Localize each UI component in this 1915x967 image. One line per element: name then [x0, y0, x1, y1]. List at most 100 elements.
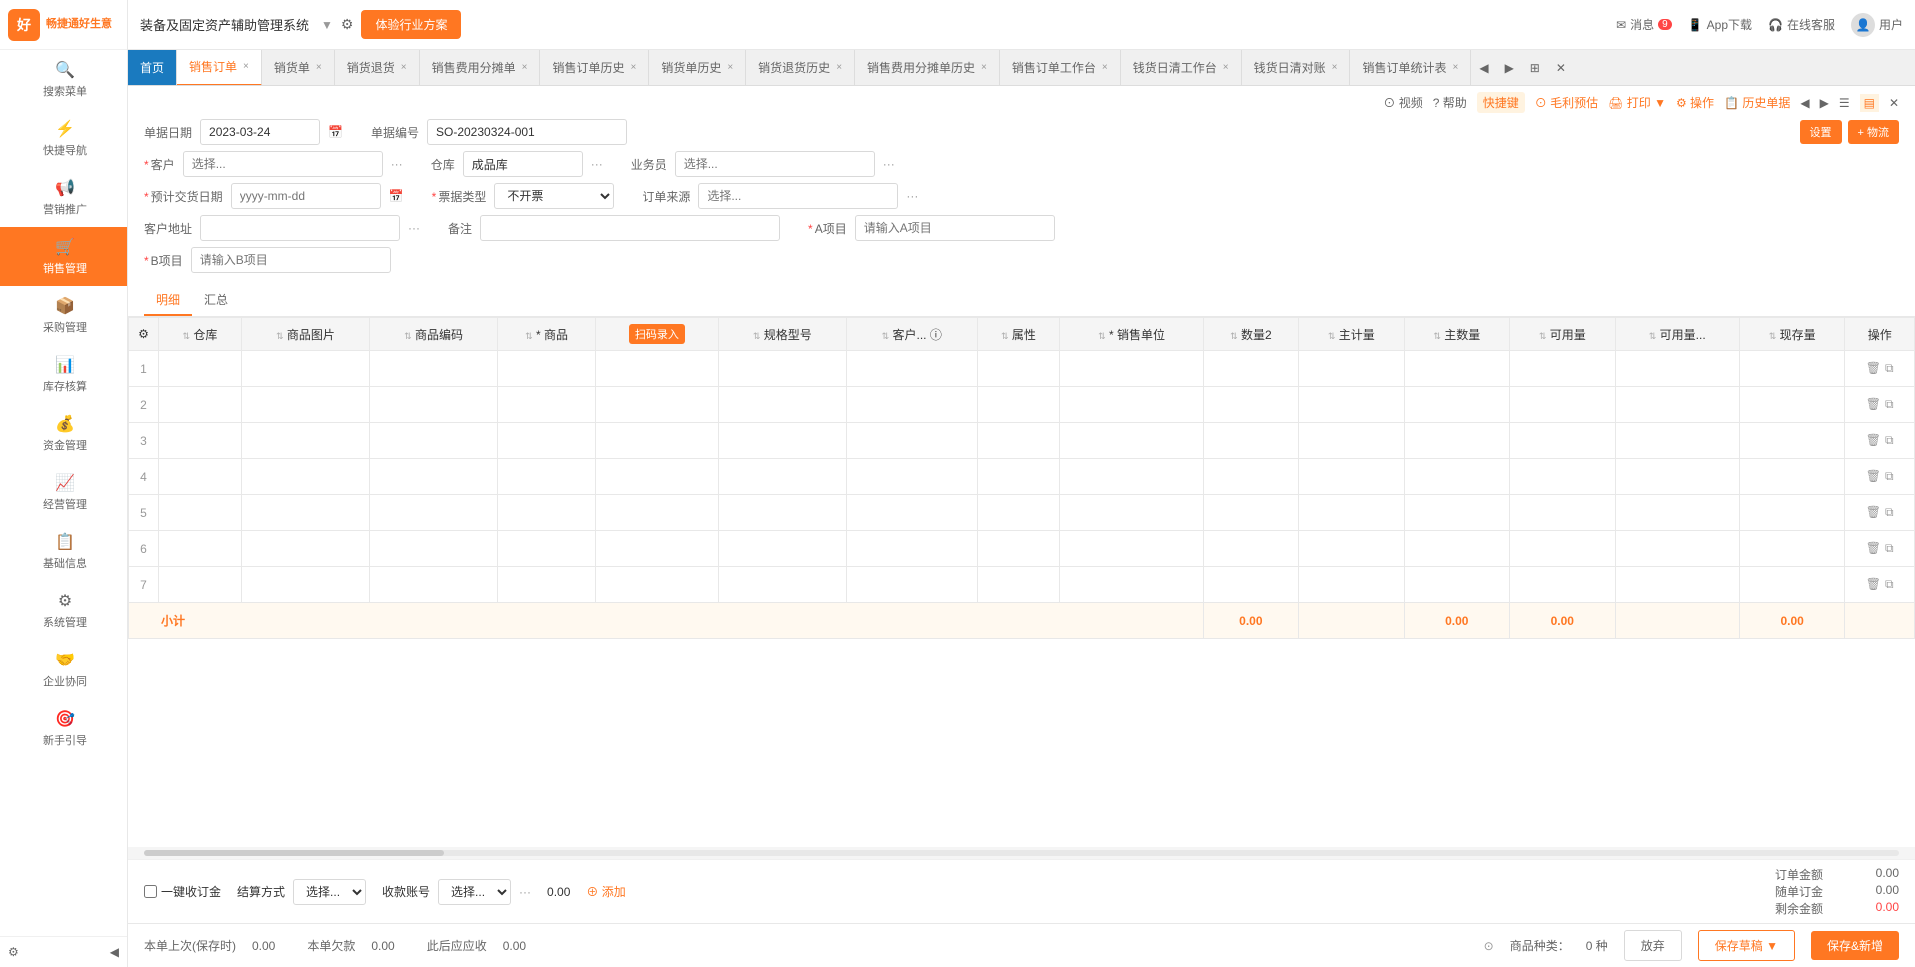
cell-r7-c12[interactable]	[1510, 567, 1615, 603]
col-spec[interactable]: ⇅ 规格型号	[718, 318, 846, 351]
cell-r2-c8[interactable]	[1060, 387, 1203, 423]
cell-r3-c11[interactable]	[1404, 423, 1509, 459]
col-current-stock[interactable]: ⇅ 现存量	[1739, 318, 1844, 351]
tab-summary[interactable]: 汇总	[192, 285, 240, 316]
payment-dots[interactable]: ···	[519, 885, 531, 899]
cell-r6-c0[interactable]	[159, 531, 242, 567]
col-sales-unit[interactable]: ⇅ * 销售单位	[1060, 318, 1203, 351]
tab-close-6[interactable]: ×	[727, 62, 733, 73]
cell-r7-c11[interactable]	[1404, 567, 1509, 603]
cell-r3-c1[interactable]	[241, 423, 369, 459]
cell-r6-c12[interactable]	[1510, 531, 1615, 567]
tab-close-1[interactable]: ×	[243, 61, 249, 72]
cell-r7-c0[interactable]	[159, 567, 242, 603]
delivery-date-input[interactable]	[231, 183, 381, 209]
logistics-btn[interactable]: + 物流	[1848, 120, 1899, 144]
tab-close-10[interactable]: ×	[1223, 62, 1229, 73]
online-service-btn[interactable]: 🎧 在线客服	[1768, 16, 1835, 33]
tab-nav-3[interactable]: ✕	[1548, 50, 1574, 86]
settlement-select[interactable]: 选择...	[293, 879, 366, 905]
cell-r4-c12[interactable]	[1510, 459, 1615, 495]
bill-no-input[interactable]	[427, 119, 627, 145]
bill-date-input[interactable]	[200, 119, 320, 145]
col-customer-code[interactable]: ⇅ 客户... ⓘ	[846, 318, 977, 351]
cell-r7-c1[interactable]	[241, 567, 369, 603]
sidebar-item-purchase[interactable]: 📦采购管理	[0, 286, 127, 345]
sidebar-item-marketing[interactable]: 📢营销推广	[0, 168, 127, 227]
col-available2[interactable]: ⇅ 可用量...	[1615, 318, 1739, 351]
tab-10[interactable]: 钱货日清工作台×	[1121, 50, 1242, 86]
cell-r1-c9[interactable]	[1203, 351, 1298, 387]
cell-r4-c11[interactable]	[1404, 459, 1509, 495]
cell-r1-c11[interactable]	[1404, 351, 1509, 387]
cell-r4-c1[interactable]	[241, 459, 369, 495]
tab-7[interactable]: 销货退货历史×	[746, 50, 855, 86]
cell-r1-c7[interactable]	[977, 351, 1060, 387]
cell-r7-c9[interactable]	[1203, 567, 1298, 603]
tab-nav-0[interactable]: ◀	[1471, 50, 1496, 86]
save-new-btn[interactable]: 保存&新增	[1811, 931, 1899, 960]
col-qty2[interactable]: ⇅ 数量2	[1203, 318, 1298, 351]
operate-btn[interactable]: ⚙ 操作	[1676, 94, 1714, 111]
cell-r6-c9[interactable]	[1203, 531, 1298, 567]
delete-icon-6[interactable]: 🗑	[1866, 541, 1881, 555]
cell-r4-c9[interactable]	[1203, 459, 1298, 495]
tab-close-3[interactable]: ×	[401, 62, 407, 73]
tab-2[interactable]: 销货单×	[262, 50, 335, 86]
cell-r6-c1[interactable]	[241, 531, 369, 567]
order-source-input[interactable]	[698, 183, 898, 209]
nav-prev[interactable]: ◀	[1800, 96, 1809, 110]
sidebar-item-guide[interactable]: 🎯新手引导	[0, 699, 127, 758]
sidebar-item-search[interactable]: 🔍搜索菜单	[0, 50, 127, 109]
col-scan[interactable]: 扫码录入	[596, 318, 719, 351]
cell-r3-c10[interactable]	[1299, 423, 1404, 459]
sidebar-item-enterprise[interactable]: 🤝企业协同	[0, 640, 127, 699]
sidebar-item-system[interactable]: ⚙系统管理	[0, 581, 127, 640]
cell-r6-c6[interactable]	[846, 531, 977, 567]
tab-detail[interactable]: 明细	[144, 285, 192, 316]
cell-r5-c3[interactable]	[498, 495, 596, 531]
cell-r4-c0[interactable]	[159, 459, 242, 495]
cell-r4-c6[interactable]	[846, 459, 977, 495]
collapse-icon[interactable]: ◀	[110, 945, 119, 959]
tab-6[interactable]: 销货单历史×	[649, 50, 746, 86]
history-btn[interactable]: 📋 历史单据	[1724, 94, 1790, 111]
col-settings[interactable]: ⚙	[129, 318, 159, 351]
col-product-image[interactable]: ⇅ 商品图片	[241, 318, 369, 351]
cell-r3-c4[interactable]	[596, 423, 719, 459]
cell-r7-c5[interactable]	[718, 567, 846, 603]
cell-r2-c5[interactable]	[718, 387, 846, 423]
cell-r5-c13[interactable]	[1615, 495, 1739, 531]
cell-r4-c14[interactable]	[1739, 459, 1844, 495]
cell-r1-c6[interactable]	[846, 351, 977, 387]
col-product-code[interactable]: ⇅ 商品编码	[369, 318, 497, 351]
remarks-input[interactable]	[480, 215, 780, 241]
close-tab-btn[interactable]: ✕	[1889, 96, 1899, 110]
profit-btn[interactable]: ⊙ 毛利预估	[1535, 94, 1598, 111]
delete-icon-2[interactable]: 🗑	[1866, 397, 1881, 411]
cell-r7-c6[interactable]	[846, 567, 977, 603]
delete-icon-3[interactable]: 🗑	[1866, 433, 1881, 447]
copy-icon-5[interactable]: ⧉	[1885, 505, 1894, 519]
cell-r1-c5[interactable]	[718, 351, 846, 387]
col-main-unit[interactable]: ⇅ 主计量	[1299, 318, 1404, 351]
cell-r5-c4[interactable]	[596, 495, 719, 531]
sidebar-item-sales[interactable]: 🛒销售管理	[0, 227, 127, 286]
grid-view-btn[interactable]: ☰	[1839, 96, 1850, 110]
view-btn[interactable]: ⊙ 视频	[1383, 94, 1422, 111]
tab-close-7[interactable]: ×	[836, 62, 842, 73]
cell-r2-c4[interactable]	[596, 387, 719, 423]
tab-1[interactable]: 销售订单×	[177, 50, 262, 86]
add-payment-btn[interactable]: ⊕ 添加	[586, 883, 625, 900]
customer-input[interactable]	[183, 151, 383, 177]
copy-icon-3[interactable]: ⧉	[1885, 433, 1894, 447]
cell-r5-c8[interactable]	[1060, 495, 1203, 531]
cell-r3-c7[interactable]	[977, 423, 1060, 459]
cell-r5-c14[interactable]	[1739, 495, 1844, 531]
tab-4[interactable]: 销售费用分摊单×	[420, 50, 541, 86]
cell-r6-c3[interactable]	[498, 531, 596, 567]
cell-r7-c2[interactable]	[369, 567, 497, 603]
cell-r5-c0[interactable]	[159, 495, 242, 531]
cell-r6-c2[interactable]	[369, 531, 497, 567]
invoice-type-select[interactable]: 不开票	[494, 183, 614, 209]
